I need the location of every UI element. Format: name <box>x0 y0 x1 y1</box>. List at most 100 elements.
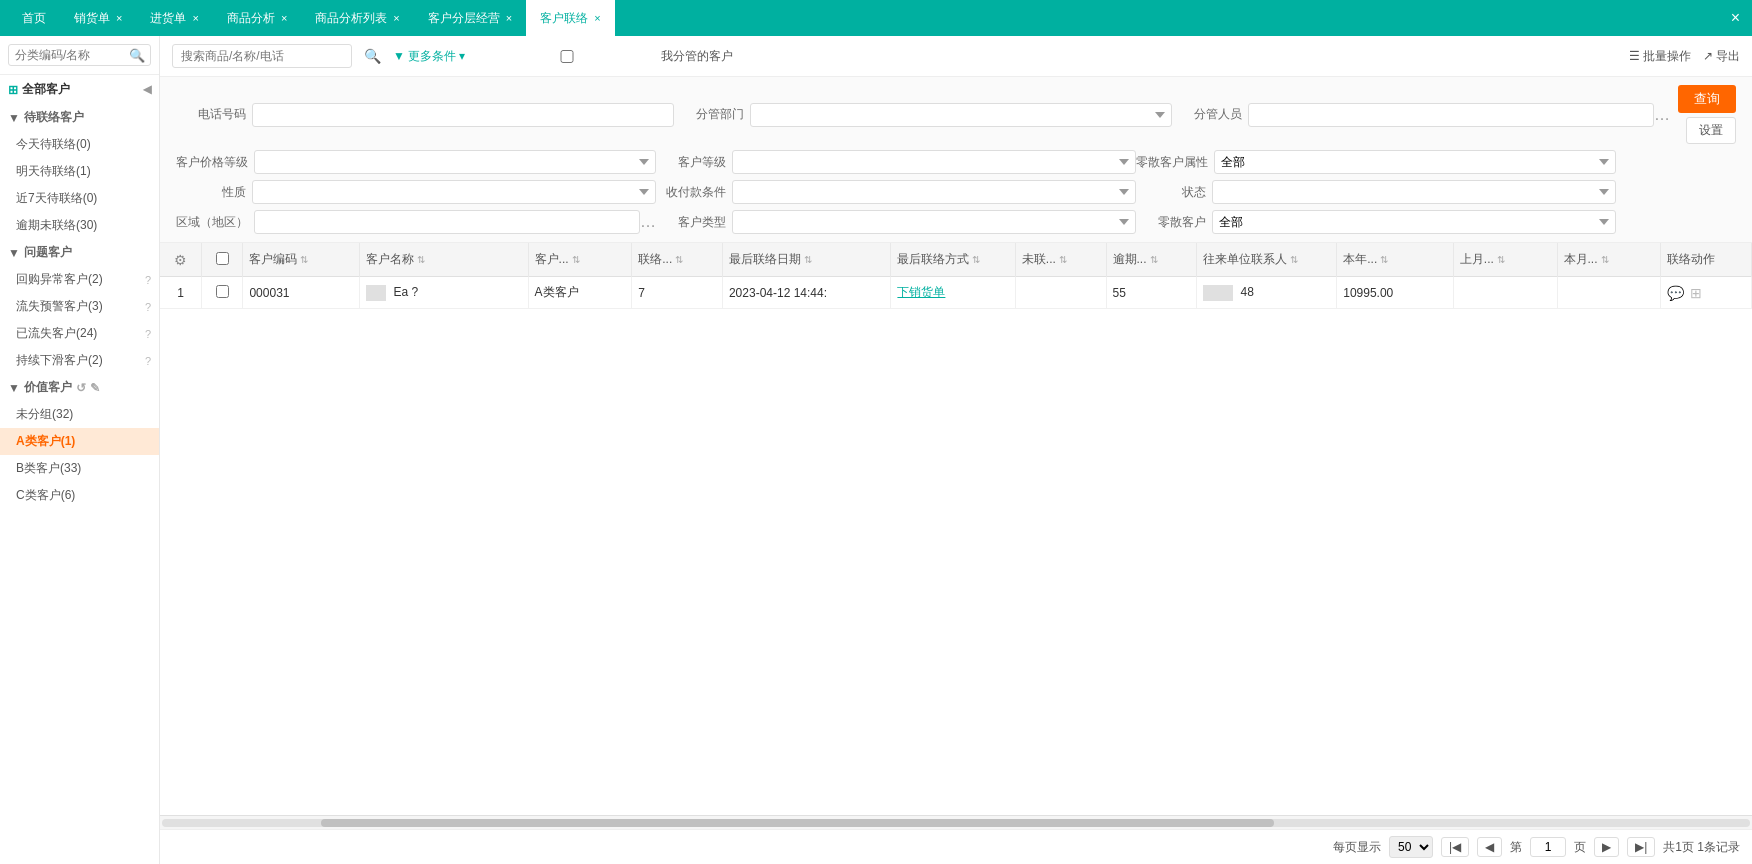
price-level-select[interactable] <box>254 150 656 174</box>
th-prevcontact[interactable]: 往来单位联系人 ⇅ <box>1197 243 1337 277</box>
close-product-list-tab[interactable]: × <box>393 12 399 24</box>
customer-level-select[interactable] <box>732 150 1136 174</box>
close-product-analysis-tab[interactable]: × <box>281 12 287 24</box>
select-all-checkbox[interactable] <box>216 252 229 265</box>
section-problem-customers[interactable]: ▼ 问题客户 <box>0 239 159 266</box>
my-customers-checkbox[interactable] <box>477 50 657 63</box>
th-overdue[interactable]: 逾期... ⇅ <box>1106 243 1197 277</box>
sidebar-item-churned[interactable]: 已流失客户(24) ? <box>0 320 159 347</box>
payment-select[interactable] <box>732 180 1136 204</box>
close-customer-segment-tab[interactable]: × <box>506 12 512 24</box>
dept-select[interactable] <box>750 103 1172 127</box>
sidebar-search-icon[interactable]: 🔍 <box>129 48 145 63</box>
setting-button[interactable]: 设置 <box>1686 117 1736 144</box>
last-page-btn[interactable]: ▶| <box>1627 837 1655 857</box>
sidebar-item-week[interactable]: 近7天待联络(0) <box>0 185 159 212</box>
my-customers-checkbox-label[interactable]: 我分管的客户 <box>477 48 733 65</box>
th-thismonth[interactable]: 本月... ⇅ <box>1557 243 1661 277</box>
sidebar-all-customers-header[interactable]: ⊞ 全部客户 ◀ <box>0 75 159 104</box>
close-purchase-tab[interactable]: × <box>192 12 198 24</box>
sidebar-item-tomorrow[interactable]: 明天待联络(1) <box>0 158 159 185</box>
sidebar-item-declining[interactable]: 持续下滑客户(2) ? <box>0 347 159 374</box>
sidebar-item-class-c[interactable]: C类客户(6) <box>0 482 159 509</box>
nav-product-analysis[interactable]: 商品分析 × <box>213 0 301 36</box>
customer-type-select[interactable] <box>732 210 1136 234</box>
scrollbar-track[interactable] <box>162 819 1750 827</box>
phone-input[interactable] <box>252 103 674 127</box>
pagination-bar: 每页显示 50 |◀ ◀ 第 页 ▶ ▶| 共1页 1条记录 <box>160 829 1752 864</box>
sidebar-item-today[interactable]: 今天待联络(0) <box>0 131 159 158</box>
sidebar-item-churn-warning[interactable]: 流失预警客户(3) ? <box>0 293 159 320</box>
search-input[interactable] <box>172 44 352 68</box>
th-gear[interactable]: ⚙ <box>160 243 201 277</box>
query-button[interactable]: 查询 <box>1678 85 1736 113</box>
nature-select[interactable] <box>252 180 656 204</box>
sidebar-item-unclassified[interactable]: 未分组(32) <box>0 401 159 428</box>
close-customer-contact-tab[interactable]: × <box>594 12 600 24</box>
th-name[interactable]: 客户名称 ⇅ <box>360 243 528 277</box>
customer-level-label: 客户等级 <box>656 154 726 171</box>
sidebar-item-repurchase-abnormal[interactable]: 回购异常客户(2) ? <box>0 266 159 293</box>
horizontal-scrollbar[interactable] <box>160 815 1752 829</box>
first-page-btn[interactable]: |◀ <box>1441 837 1469 857</box>
nav-sales[interactable]: 销货单 × <box>60 0 136 36</box>
region-label: 区域（地区） <box>176 214 248 231</box>
region-more-btn[interactable]: … <box>640 214 656 230</box>
price-level-label: 客户价格等级 <box>176 154 248 171</box>
person-more-btn[interactable]: … <box>1654 107 1670 123</box>
dept-label: 分管部门 <box>674 106 744 123</box>
status-select[interactable] <box>1212 180 1616 204</box>
nav-customer-contact[interactable]: 客户联络 × <box>526 0 614 36</box>
nav-product-list[interactable]: 商品分析列表 × <box>301 0 413 36</box>
row-checkbox[interactable] <box>216 285 229 298</box>
refresh-value-icon[interactable]: ↺ <box>76 381 86 395</box>
person-input[interactable] <box>1248 103 1654 127</box>
th-code[interactable]: 客户编码 ⇅ <box>243 243 360 277</box>
th-lastdate[interactable]: 最后联络日期 ⇅ <box>722 243 890 277</box>
region-input[interactable] <box>254 210 640 234</box>
section-pending-contact[interactable]: ▼ 待联络客户 <box>0 104 159 131</box>
nav-purchase[interactable]: 进货单 × <box>136 0 212 36</box>
th-lastmonth[interactable]: 上月... ⇅ <box>1453 243 1557 277</box>
sidebar-item-class-b[interactable]: B类客户(33) <box>0 455 159 482</box>
qr-icon[interactable]: ⊞ <box>1690 285 1702 301</box>
main-layout: 🔍 ⊞ 全部客户 ◀ ▼ 待联络客户 今天待联络(0) 明天待联络(1) 近7天… <box>0 36 1752 864</box>
nav-home[interactable]: 首页 <box>8 0 60 36</box>
current-page-input[interactable] <box>1530 837 1566 857</box>
export-btn[interactable]: ↗ 导出 <box>1703 48 1740 65</box>
row-check[interactable] <box>201 277 242 309</box>
sidebar-item-class-a[interactable]: A类客户(1) <box>0 428 159 455</box>
retail-attr-select[interactable]: 全部 <box>1214 150 1616 174</box>
row-lastway-link[interactable]: 下销货单 <box>897 285 945 299</box>
th-thisyear[interactable]: 本年... ⇅ <box>1337 243 1454 277</box>
th-level[interactable]: 客户... ⇅ <box>528 243 632 277</box>
th-lastway[interactable]: 最后联络方式 ⇅ <box>891 243 1015 277</box>
close-sales-tab[interactable]: × <box>116 12 122 24</box>
more-conditions-btn[interactable]: ▼ 更多条件 ▾ <box>393 48 465 65</box>
scrollbar-thumb[interactable] <box>321 819 1274 827</box>
phone-label: 电话号码 <box>176 106 246 123</box>
filter-search-icon[interactable]: 🔍 <box>364 48 381 64</box>
filter-cell-payment: 收付款条件 <box>656 180 1136 204</box>
prev-page-btn[interactable]: ◀ <box>1477 837 1502 857</box>
sidebar-collapse-btn[interactable]: ◀ <box>143 83 151 96</box>
th-notcontact[interactable]: 未联... ⇅ <box>1015 243 1106 277</box>
row-thismonth <box>1557 277 1661 309</box>
th-check[interactable] <box>201 243 242 277</box>
chat-icon[interactable]: 💬 <box>1667 285 1684 301</box>
retail-select[interactable]: 全部 <box>1212 210 1616 234</box>
section-value-customers[interactable]: ▼ 价值客户 ↺ ✎ <box>0 374 159 401</box>
nav-customer-segment[interactable]: 客户分层经营 × <box>414 0 526 36</box>
row-lastway[interactable]: 下销货单 <box>891 277 1015 309</box>
batch-operation-btn[interactable]: ☰ 批量操作 <box>1629 48 1691 65</box>
per-page-select[interactable]: 50 <box>1389 836 1433 858</box>
sidebar-search-area: 🔍 <box>0 36 159 75</box>
global-close-btn[interactable]: × <box>1731 9 1740 27</box>
help-icon-1: ? <box>145 274 151 286</box>
sidebar-item-overdue[interactable]: 逾期未联络(30) <box>0 212 159 239</box>
next-page-btn[interactable]: ▶ <box>1594 837 1619 857</box>
th-contact[interactable]: 联络... ⇅ <box>632 243 723 277</box>
gear-icon[interactable]: ⚙ <box>174 252 187 268</box>
edit-value-icon[interactable]: ✎ <box>90 381 100 395</box>
sort-overdue-icon: ⇅ <box>1150 254 1158 265</box>
